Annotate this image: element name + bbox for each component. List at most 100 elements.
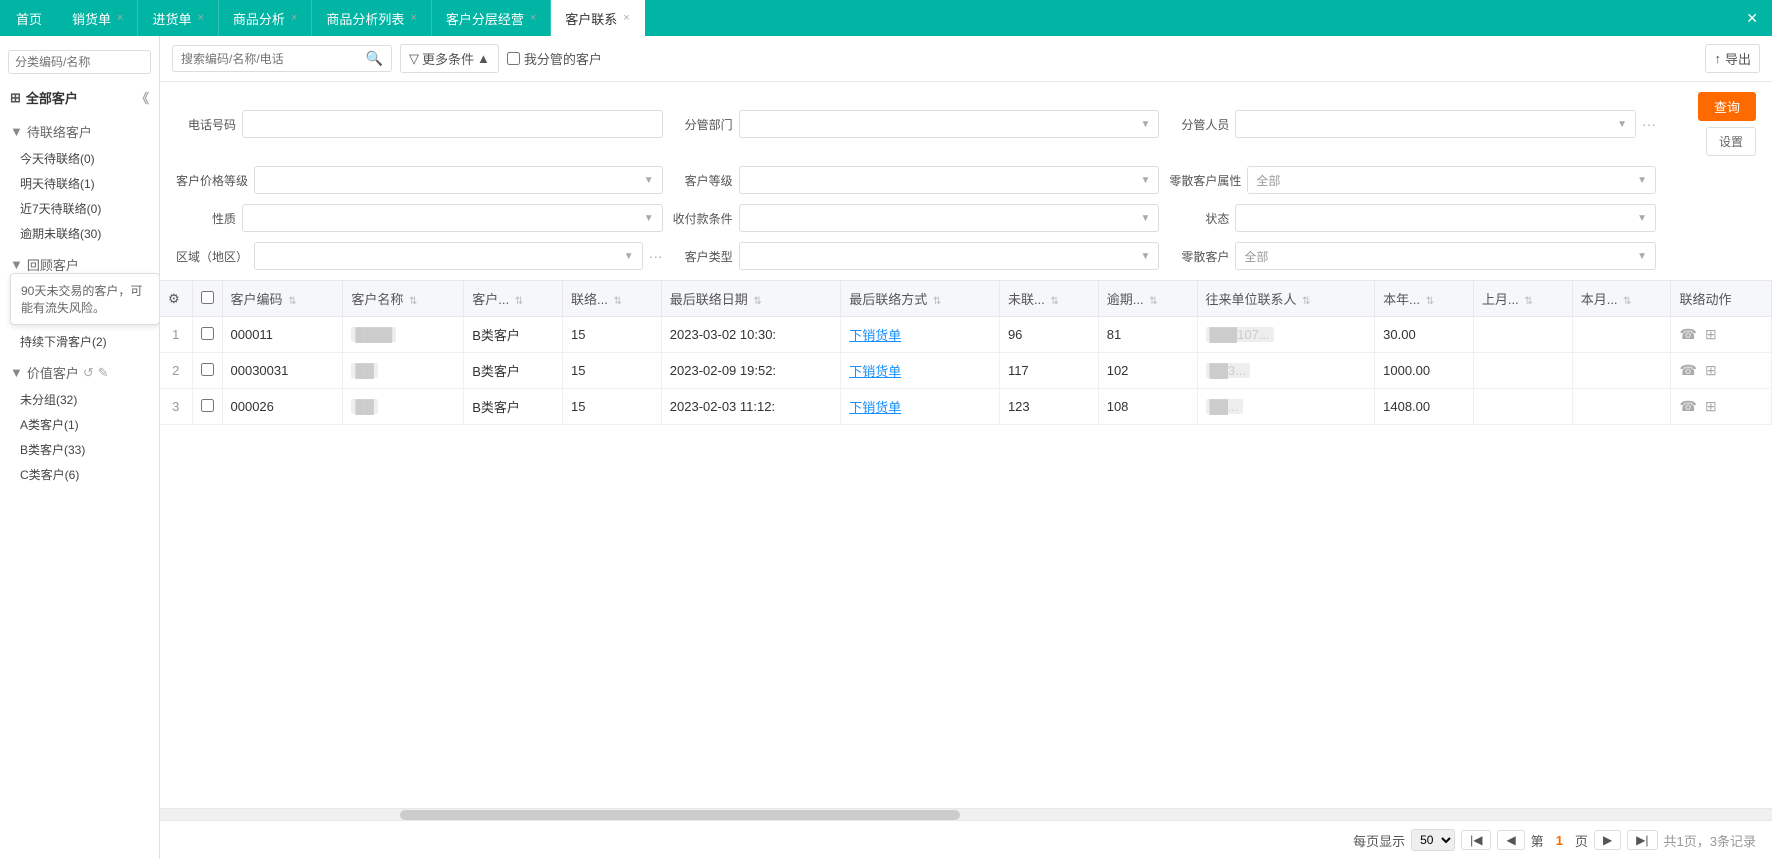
row-last-way-link-3[interactable]: 下销货单: [849, 400, 901, 415]
more-action-icon-1[interactable]: ⊞: [1705, 326, 1717, 343]
row-last-way-1[interactable]: 下销货单: [841, 317, 1000, 353]
nav-tab-customer-layer[interactable]: 客户分层经营 ×: [432, 0, 551, 36]
per-page-select[interactable]: 50: [1411, 829, 1455, 851]
row-this-month-3: [1572, 389, 1671, 425]
col-type[interactable]: 客户... ⇅: [464, 281, 563, 317]
edit-icon[interactable]: ✎: [98, 365, 109, 381]
close-sales-tab[interactable]: ×: [117, 12, 123, 24]
scroll-thumb[interactable]: [400, 810, 960, 820]
my-customers-checkbox[interactable]: [507, 52, 520, 65]
contact-icon-3[interactable]: ☎: [1679, 398, 1696, 415]
filter-nature-select[interactable]: ▼: [242, 204, 663, 232]
col-last-month[interactable]: 上月... ⇅: [1473, 281, 1572, 317]
sidebar-item-today[interactable]: 今天待联络(0): [0, 146, 159, 171]
sidebar-item-class-b[interactable]: B类客户(33): [0, 437, 159, 462]
filter-customer-level-select[interactable]: ▼: [739, 166, 1160, 194]
col-contact[interactable]: 联络... ⇅: [563, 281, 662, 317]
next-page-btn[interactable]: ▶: [1594, 830, 1621, 850]
col-settings[interactable]: ⚙: [160, 281, 192, 317]
nav-tab-customer-contact[interactable]: 客户联系 ×: [551, 0, 644, 36]
close-analysis-tab[interactable]: ×: [291, 12, 297, 24]
sidebar-item-unclassified[interactable]: 未分组(32): [0, 387, 159, 412]
prev-page-btn[interactable]: ◀: [1497, 830, 1524, 850]
close-analysis-list-tab[interactable]: ×: [410, 12, 416, 24]
more-conditions-btn[interactable]: ▽ 更多条件 ▲: [400, 44, 499, 73]
contact-icon-2[interactable]: ☎: [1679, 362, 1696, 379]
filter-payment-label: 收付款条件: [673, 210, 733, 227]
sidebar-collapse-icon[interactable]: 《: [136, 88, 149, 107]
nav-tab-purchase[interactable]: 进货单 ×: [138, 0, 218, 36]
filter-scatter-select[interactable]: 全部 ▼: [1235, 242, 1656, 270]
toolbar-search-input[interactable]: [181, 52, 366, 66]
filter-price-level-select[interactable]: ▼: [254, 166, 663, 194]
filter-dept-select[interactable]: ▼: [739, 110, 1160, 138]
col-this-year[interactable]: 本年... ⇅: [1375, 281, 1474, 317]
col-this-month[interactable]: 本月... ⇅: [1572, 281, 1671, 317]
close-customer-layer-tab[interactable]: ×: [530, 12, 536, 24]
row-last-way-link-1[interactable]: 下销货单: [849, 328, 901, 343]
col-name[interactable]: 客户名称 ⇅: [343, 281, 464, 317]
chevron-down-icon-3: ▼: [644, 175, 654, 186]
col-overdue[interactable]: 逾期... ⇅: [1098, 281, 1197, 317]
row-last-way-2[interactable]: 下销货单: [841, 353, 1000, 389]
contact-icon-1[interactable]: ☎: [1679, 326, 1696, 343]
row-checkbox-3[interactable]: [192, 389, 222, 425]
query-button[interactable]: 查询: [1698, 92, 1756, 121]
sidebar-group-value-title[interactable]: ▼ 价值客户 ↺ ✎: [0, 358, 159, 387]
filter-region-select[interactable]: ▼: [254, 242, 643, 270]
row-checkbox-1[interactable]: [192, 317, 222, 353]
sidebar-item-declining[interactable]: 持续下滑客户(2): [0, 329, 159, 354]
row-last-way-link-2[interactable]: 下销货单: [849, 364, 901, 379]
more-action-icon-3[interactable]: ⊞: [1705, 398, 1717, 415]
refresh-icon[interactable]: ↺: [83, 365, 94, 381]
col-code[interactable]: 客户编码 ⇅: [222, 281, 343, 317]
filter-payment-select[interactable]: ▼: [739, 204, 1160, 232]
col-checkbox[interactable]: [192, 281, 222, 317]
col-unit-contact[interactable]: 往来单位联系人 ⇅: [1197, 281, 1375, 317]
filter-customer-type-select[interactable]: ▼: [739, 242, 1160, 270]
sort-type-icon: ⇅: [515, 296, 523, 307]
sidebar-item-class-c[interactable]: C类客户(6): [0, 462, 159, 487]
tooltip-box: 90天未交易的客户，可能有流失风险。: [10, 273, 160, 325]
setting-button[interactable]: 设置: [1706, 127, 1756, 156]
sidebar-item-7days[interactable]: 近7天待联络(0): [0, 196, 159, 221]
filter-scatter: 零散客户 全部 ▼: [1169, 242, 1656, 270]
export-button[interactable]: ↑ 导出: [1705, 44, 1760, 73]
filter-status-select[interactable]: ▼: [1235, 204, 1656, 232]
nav-home[interactable]: 首页: [0, 9, 58, 28]
row-select-1[interactable]: [201, 327, 214, 340]
filter-scatter-attr-select[interactable]: 全部 ▼: [1247, 166, 1656, 194]
toolbar-search-button[interactable]: 🔍: [366, 50, 383, 67]
close-all-tabs[interactable]: ✕: [1732, 10, 1772, 27]
sidebar-item-class-a[interactable]: A类客户(1): [0, 412, 159, 437]
row-select-3[interactable]: [201, 399, 214, 412]
toolbar-search-box[interactable]: 🔍: [172, 45, 392, 72]
nav-tab-sales[interactable]: 销货单 ×: [58, 0, 138, 36]
filter-region-ellipsis[interactable]: ···: [649, 248, 663, 264]
sidebar-search-box[interactable]: 🔍: [8, 50, 151, 74]
first-page-btn[interactable]: |◀: [1461, 830, 1491, 850]
nav-tab-analysis-list[interactable]: 商品分析列表 ×: [312, 0, 431, 36]
row-last-way-3[interactable]: 下销货单: [841, 389, 1000, 425]
filter-manager-ellipsis[interactable]: ···: [1642, 116, 1656, 132]
sidebar-all-customers[interactable]: ⊞ 全部客户 《: [0, 82, 159, 113]
filter-phone-input[interactable]: [242, 110, 663, 138]
more-action-icon-2[interactable]: ⊞: [1705, 362, 1717, 379]
nav-tab-analysis[interactable]: 商品分析 ×: [219, 0, 312, 36]
col-last-date[interactable]: 最后联络日期 ⇅: [661, 281, 840, 317]
sidebar-group-pending-title[interactable]: ▼ 待联络客户: [0, 117, 159, 146]
row-select-2[interactable]: [201, 363, 214, 376]
select-all-checkbox[interactable]: [201, 291, 214, 304]
col-last-way[interactable]: 最后联络方式 ⇅: [841, 281, 1000, 317]
sidebar-search-input[interactable]: [15, 55, 160, 69]
row-checkbox-2[interactable]: [192, 353, 222, 389]
horizontal-scrollbar[interactable]: [160, 808, 1772, 820]
close-customer-contact-tab[interactable]: ×: [623, 12, 629, 24]
my-customers-checkbox-area[interactable]: 我分管的客户: [507, 49, 602, 68]
col-un-contact[interactable]: 未联... ⇅: [999, 281, 1098, 317]
sidebar-item-overdue[interactable]: 逾期未联络(30): [0, 221, 159, 246]
sidebar-item-tomorrow[interactable]: 明天待联络(1): [0, 171, 159, 196]
filter-manager-select[interactable]: ▼: [1235, 110, 1636, 138]
last-page-btn[interactable]: ▶|: [1627, 830, 1657, 850]
close-purchase-tab[interactable]: ×: [197, 12, 203, 24]
